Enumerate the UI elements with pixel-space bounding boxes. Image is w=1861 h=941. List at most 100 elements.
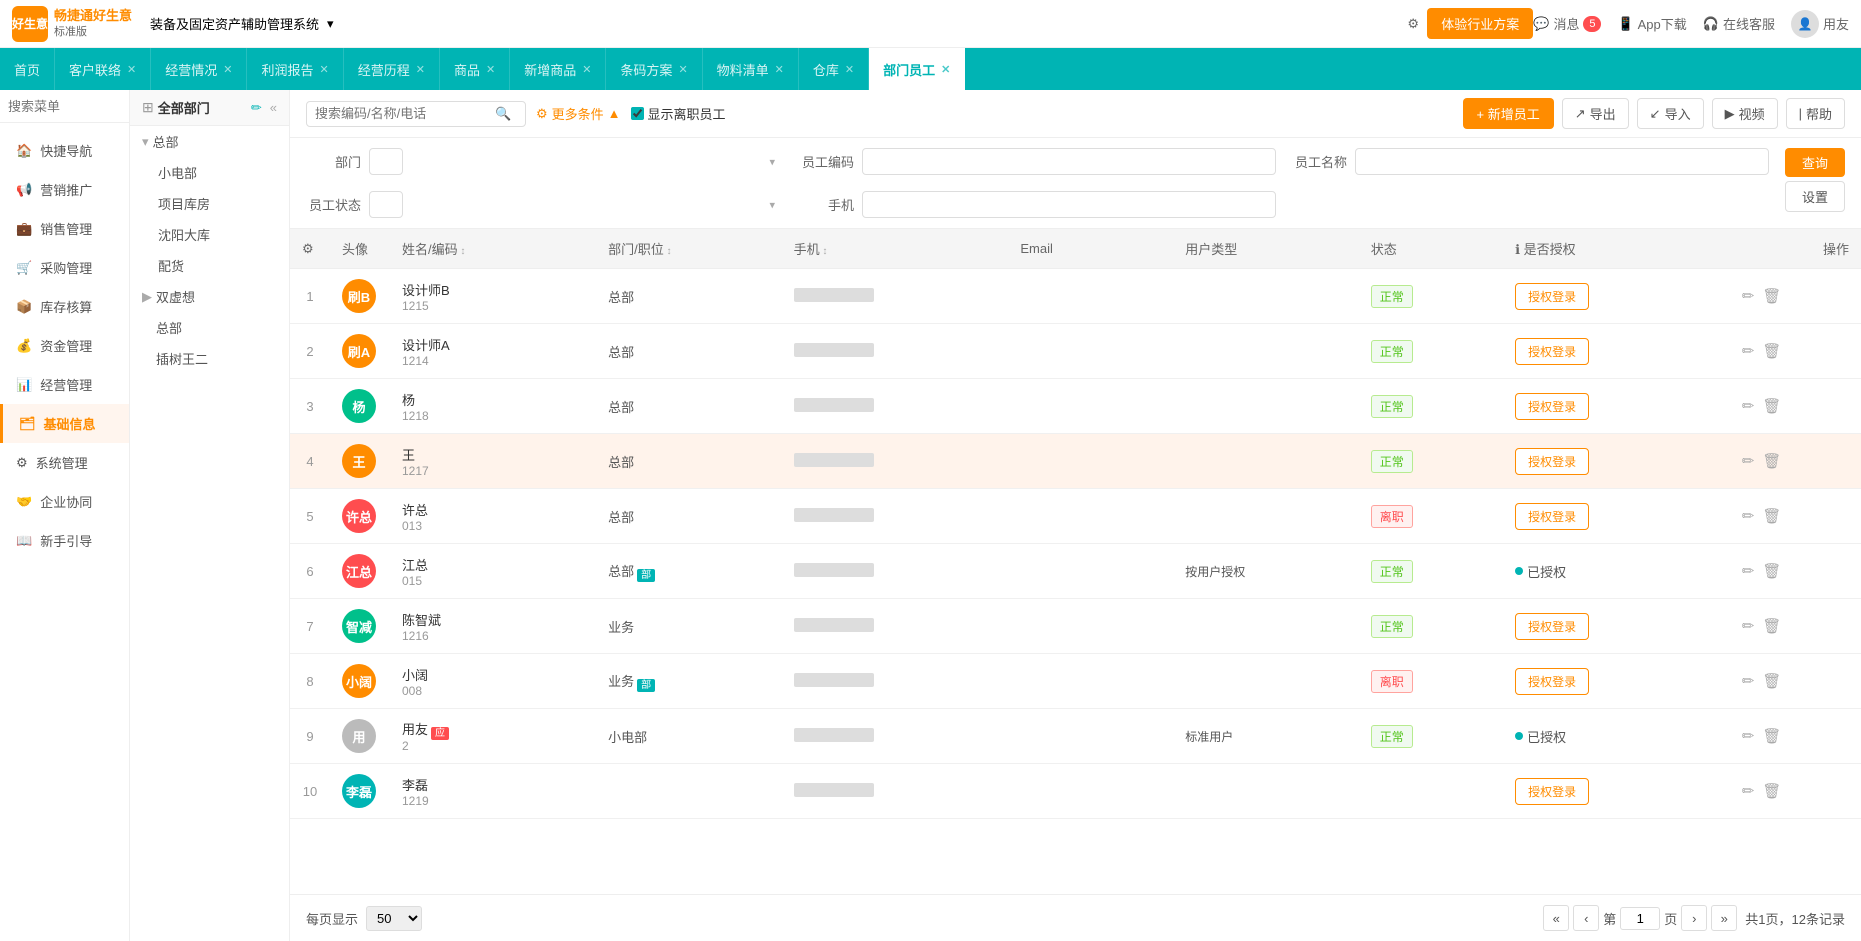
- auth-button[interactable]: 授权登录: [1515, 283, 1589, 310]
- show-resigned-checkbox[interactable]: 显示离职员工: [631, 104, 726, 123]
- prev-page-button[interactable]: ‹: [1573, 905, 1599, 931]
- tab-new-goods[interactable]: 新增商品✕: [510, 48, 606, 90]
- trial-button[interactable]: 体验行业方案: [1427, 8, 1533, 39]
- cell-avatar: 李磊: [330, 764, 390, 819]
- online-service-button[interactable]: 🎧 在线客服: [1703, 14, 1775, 33]
- cell-status: 正常: [1359, 379, 1503, 434]
- delete-icon[interactable]: 🗑: [1762, 617, 1781, 635]
- first-page-button[interactable]: «: [1543, 905, 1569, 931]
- delete-icon[interactable]: 🗑: [1762, 452, 1781, 470]
- delete-icon[interactable]: 🗑: [1762, 727, 1781, 745]
- video-button[interactable]: ▶ 视频: [1712, 98, 1778, 129]
- query-button[interactable]: 查询: [1785, 148, 1845, 177]
- last-page-button[interactable]: »: [1711, 905, 1737, 931]
- delete-icon[interactable]: 🗑: [1762, 397, 1781, 415]
- tab-operations[interactable]: 经营情况✕: [151, 48, 247, 90]
- help-button[interactable]: | 帮助: [1786, 98, 1845, 129]
- sidebar-search-input[interactable]: [8, 99, 130, 114]
- dept-child-xiaodibu[interactable]: 小电部: [130, 157, 289, 188]
- search-input[interactable]: [315, 106, 491, 121]
- user-button[interactable]: 👤 用友: [1791, 10, 1849, 38]
- sidebar-item-inventory[interactable]: 📦库存核算: [0, 287, 129, 326]
- delete-icon[interactable]: 🗑: [1762, 342, 1781, 360]
- edit-icon[interactable]: ✏: [1742, 672, 1755, 690]
- tab-bom[interactable]: 物料清单✕: [703, 48, 799, 90]
- auth-button[interactable]: 授权登录: [1515, 668, 1589, 695]
- status-select[interactable]: [369, 191, 403, 218]
- edit-icon[interactable]: ✏: [1742, 562, 1755, 580]
- edit-icon[interactable]: ✏: [1742, 782, 1755, 800]
- edit-icon[interactable]: ✏: [1742, 727, 1755, 745]
- auth-button[interactable]: 授权登录: [1515, 613, 1589, 640]
- tab-home[interactable]: 首页: [0, 48, 55, 90]
- edit-icon[interactable]: ✏: [1742, 452, 1755, 470]
- gear-icon[interactable]: ⚙: [1399, 10, 1427, 38]
- next-page-button[interactable]: ›: [1681, 905, 1707, 931]
- edit-icon[interactable]: ✏: [1742, 617, 1755, 635]
- dept-select[interactable]: [369, 148, 403, 175]
- sidebar-item-quicknav[interactable]: 🏠快捷导航: [0, 131, 129, 170]
- delete-icon[interactable]: 🗑: [1762, 562, 1781, 580]
- table-row: 6江总江总015总部部按用户授权正常已授权✏🗑: [290, 544, 1861, 599]
- page-number-input[interactable]: [1620, 907, 1660, 930]
- dept-node-chashuwanger[interactable]: ▶ 插树王二: [130, 343, 289, 374]
- delete-icon[interactable]: 🗑: [1762, 782, 1781, 800]
- tab-history[interactable]: 经营历程✕: [344, 48, 440, 90]
- delete-icon[interactable]: 🗑: [1762, 507, 1781, 525]
- sidebar-item-guide[interactable]: 📖新手引导: [0, 521, 129, 560]
- system-title-arrow: ▾: [327, 16, 334, 32]
- cell-ops: ✏🗑: [1730, 379, 1861, 434]
- col-settings[interactable]: ⚙: [290, 229, 330, 269]
- sidebar-item-system[interactable]: ⚙系统管理: [0, 443, 129, 482]
- tab-barcode[interactable]: 条码方案✕: [606, 48, 702, 90]
- sidebar-item-finance[interactable]: 💰资金管理: [0, 326, 129, 365]
- dept-collapse-icon[interactable]: «: [270, 100, 277, 115]
- dept-node-shuangxuxiang[interactable]: ▶ 双虚想: [130, 281, 289, 312]
- auth-button[interactable]: 授权登录: [1515, 338, 1589, 365]
- dept-child-shenyang[interactable]: 沈阳大库: [130, 219, 289, 250]
- auth-button[interactable]: 授权登录: [1515, 393, 1589, 420]
- empcode-input[interactable]: [862, 148, 1276, 175]
- auth-button[interactable]: 授权登录: [1515, 448, 1589, 475]
- more-filter-button[interactable]: ⚙ 更多条件 ▲: [536, 104, 621, 123]
- sidebar-item-marketing[interactable]: 📢营销推广: [0, 170, 129, 209]
- tab-goods[interactable]: 商品✕: [440, 48, 510, 90]
- sidebar-item-basicinfo[interactable]: 🗂基础信息: [0, 404, 129, 443]
- dept-node-head[interactable]: ▾ 总部: [130, 126, 289, 157]
- auth-button[interactable]: 授权登录: [1515, 778, 1589, 805]
- delete-icon[interactable]: 🗑: [1762, 672, 1781, 690]
- edit-icon[interactable]: ✏: [1742, 397, 1755, 415]
- delete-icon[interactable]: 🗑: [1762, 287, 1781, 305]
- sidebar-item-sales[interactable]: 💼销售管理: [0, 209, 129, 248]
- sidebar-item-purchase[interactable]: 🛒采购管理: [0, 248, 129, 287]
- reset-button[interactable]: 设置: [1785, 181, 1845, 212]
- auth-button[interactable]: 授权登录: [1515, 503, 1589, 530]
- tab-employees[interactable]: 部门员工✕: [869, 48, 965, 90]
- edit-icon[interactable]: ✏: [1742, 342, 1755, 360]
- col-name[interactable]: 姓名/编码: [390, 229, 596, 269]
- status-badge: 正常: [1371, 725, 1413, 748]
- dept-badge: 部: [637, 679, 655, 692]
- message-button[interactable]: 💬 消息 5: [1533, 14, 1601, 33]
- dept-node-zongbu[interactable]: ▶ 总部: [130, 312, 289, 343]
- per-page-select[interactable]: 50 20 100: [366, 906, 422, 931]
- edit-icon[interactable]: ✏: [1742, 287, 1755, 305]
- app-download-button[interactable]: 📱 App下载: [1617, 14, 1686, 33]
- dept-child-project[interactable]: 项目库房: [130, 188, 289, 219]
- dept-child-peihuo[interactable]: 配货: [130, 250, 289, 281]
- tab-profit[interactable]: 利润报告✕: [247, 48, 343, 90]
- add-employee-button[interactable]: + 新增员工: [1463, 98, 1554, 129]
- col-dept[interactable]: 部门/职位: [596, 229, 782, 269]
- sidebar-item-bizmanage[interactable]: 📊经营管理: [0, 365, 129, 404]
- dept-edit-icon[interactable]: ✏: [251, 100, 262, 116]
- phone-blur: [794, 453, 874, 467]
- sidebar-item-collab[interactable]: 🤝企业协同: [0, 482, 129, 521]
- import-button[interactable]: ↙ 导入: [1637, 98, 1704, 129]
- edit-icon[interactable]: ✏: [1742, 507, 1755, 525]
- export-button[interactable]: ↗ 导出: [1562, 98, 1629, 129]
- empname-input[interactable]: [1355, 148, 1769, 175]
- tab-warehouse[interactable]: 仓库✕: [799, 48, 869, 90]
- col-phone[interactable]: 手机: [782, 229, 1009, 269]
- tab-customer[interactable]: 客户联络✕: [55, 48, 151, 90]
- phone-input[interactable]: [862, 191, 1276, 218]
